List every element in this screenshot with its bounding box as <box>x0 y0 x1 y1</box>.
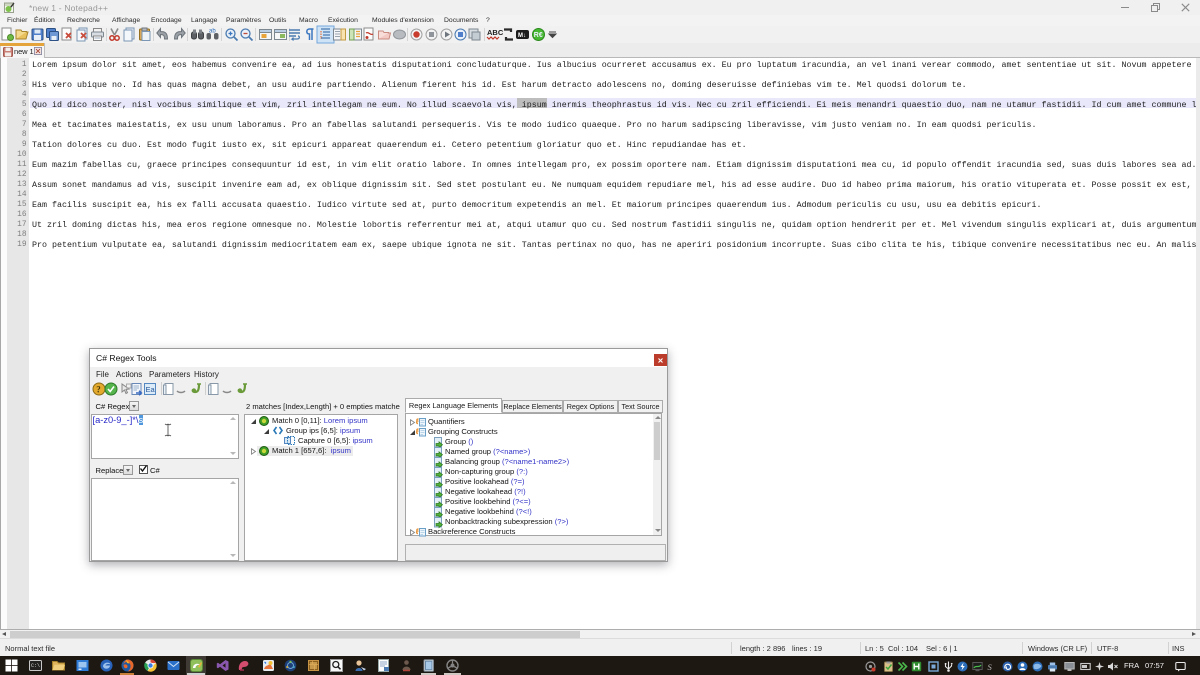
svg-text:M↓: M↓ <box>518 33 526 39</box>
svg-text:?: ? <box>97 385 102 395</box>
svg-text:ab: ab <box>209 28 216 34</box>
svg-text:R€: R€ <box>533 32 542 39</box>
svg-text:Ea: Ea <box>146 385 156 394</box>
svg-text:S: S <box>987 662 992 672</box>
svg-text:C:\: C:\ <box>31 663 40 669</box>
